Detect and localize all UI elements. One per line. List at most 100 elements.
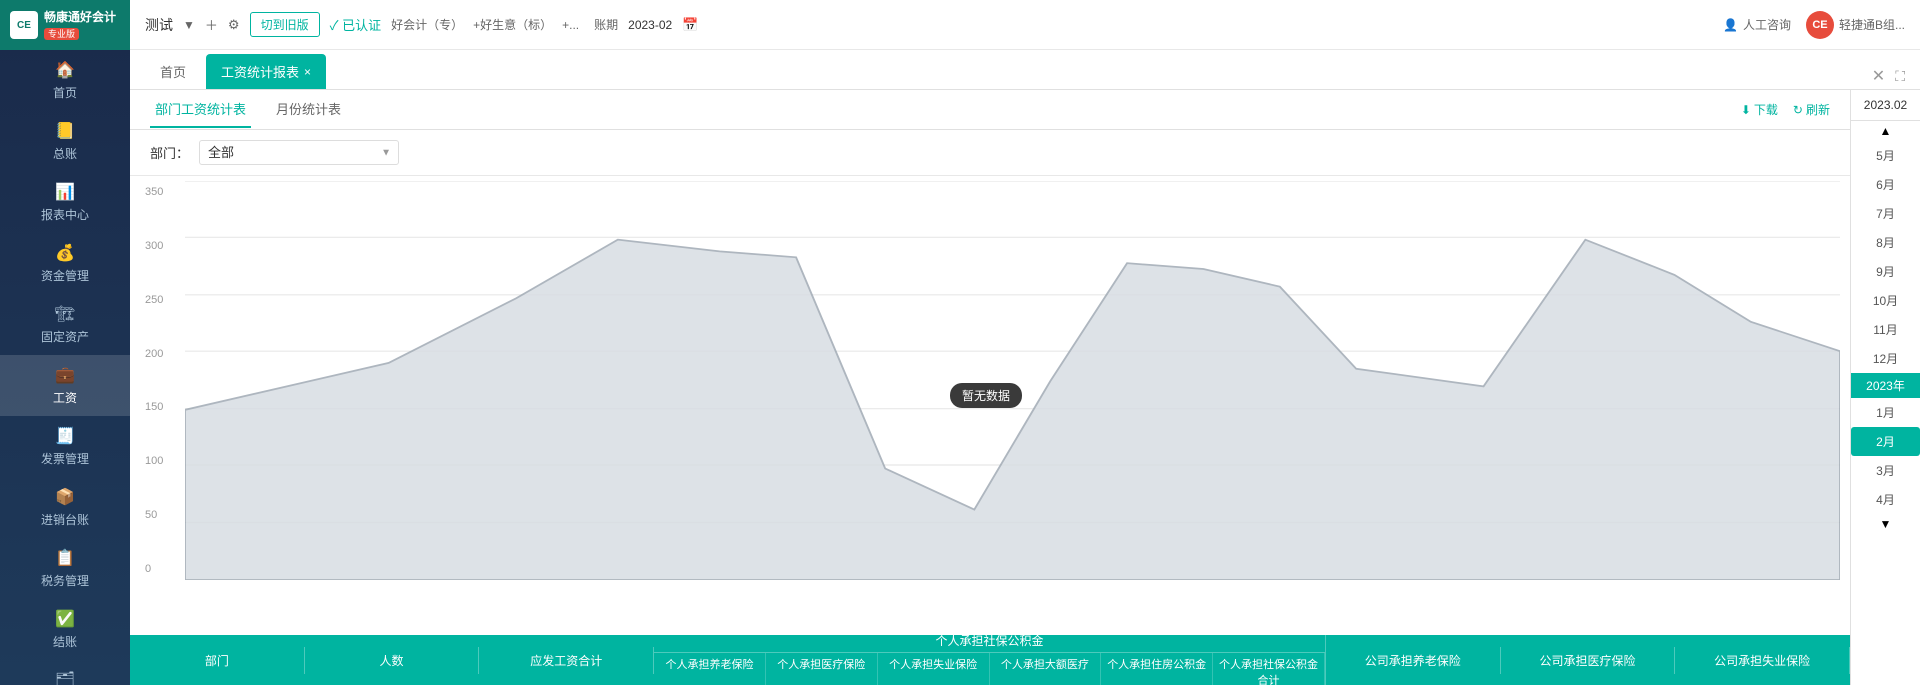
chart-tooltip: 暂无数据 — [950, 383, 1022, 408]
major-medical-label: 个人承担大额医疗 — [1001, 659, 1089, 671]
y-axis-100: 100 — [145, 455, 180, 467]
topbar-add-icon[interactable]: ＋ — [205, 15, 218, 34]
date-month-8[interactable]: 8月 — [1851, 228, 1920, 257]
medical-label: 个人承担医疗保险 — [777, 659, 865, 671]
tabbar: 首页 工资统计报表 × ✕ ⛶ — [130, 50, 1920, 90]
user-label: 轻捷通B组... — [1839, 16, 1905, 33]
personal-group-cells: 个人承担养老保险 个人承担医疗保险 个人承担失业保险 个人承担大额医疗 个人承担 — [654, 653, 1325, 685]
dept-select-wrapper: 全部 财务部 销售部 行政部 ▼ — [199, 140, 399, 165]
logo-badge: 专业版 — [44, 28, 79, 40]
chevron-down-icon[interactable]: ▼ — [1880, 517, 1892, 531]
content-area: 部门工资统计表 月份统计表 ⬇ 下载 ↻ 刷新 — [130, 90, 1920, 685]
date-month-4[interactable]: 4月 — [1851, 485, 1920, 514]
dept-select[interactable]: 全部 财务部 销售部 行政部 — [199, 140, 399, 165]
company-unemployment-label: 公司承担失业保险 — [1714, 654, 1810, 668]
pension-label: 个人承担养老保险 — [666, 659, 754, 671]
calendar-icon[interactable]: 📅 — [682, 17, 698, 33]
avatar: CE — [1806, 11, 1834, 39]
col-major-medical: 个人承担大额医疗 — [990, 653, 1102, 685]
date-nav-down[interactable]: ▼ — [1851, 514, 1920, 534]
sidebar-item-archive[interactable]: 🗂 归档管理 — [0, 660, 130, 685]
date-month-7[interactable]: 7月 — [1851, 199, 1920, 228]
col-company-pension: 公司承担养老保险 — [1326, 647, 1501, 674]
date-month-5[interactable]: 5月 — [1851, 141, 1920, 170]
date-month-1[interactable]: 1月 — [1851, 398, 1920, 427]
date-month-12[interactable]: 12月 — [1851, 344, 1920, 373]
sidebar-item-invoice[interactable]: 🧾 发票管理 — [0, 416, 130, 477]
chart-area — [185, 240, 1840, 580]
logo-short-text: CE — [17, 20, 31, 31]
ledger-icon: 📒 — [55, 121, 75, 141]
y-axis-350: 350 — [145, 186, 180, 198]
refresh-btn[interactable]: ↻ 刷新 — [1793, 101, 1830, 118]
date-month-9[interactable]: 9月 — [1851, 257, 1920, 286]
col-dept: 部门 — [130, 647, 305, 674]
company-medical-label: 公司承担医疗保险 — [1539, 654, 1635, 668]
col-company-medical: 公司承担医疗保险 — [1501, 647, 1676, 674]
sidebar-label-ledger: 总账 — [53, 145, 77, 162]
sidebar-label-invoice: 发票管理 — [41, 450, 89, 467]
col-total-salary: 应发工资合计 — [479, 647, 654, 674]
status-biz: +好生意（标） — [473, 16, 552, 33]
date-month-6[interactable]: 6月 — [1851, 170, 1920, 199]
sidebar-item-settle[interactable]: ✅ 结账 — [0, 599, 130, 660]
y-axis-0: 0 — [145, 563, 180, 575]
download-icon: ⬇ — [1741, 103, 1751, 117]
sub-tab-monthly[interactable]: 月份统计表 — [271, 91, 346, 128]
topbar-title: 测试 — [145, 15, 173, 35]
sub-tab-dept[interactable]: 部门工资统计表 — [150, 91, 251, 128]
col-total-salary-label: 应发工资合计 — [530, 654, 602, 668]
panel-expand-icon[interactable]: ⛶ — [1895, 68, 1905, 85]
status-good: 好会计（专） — [391, 16, 463, 33]
sidebar-nav: 🏠 首页 📒 总账 📊 报表中心 💰 资金管理 🏗 固定资产 💼 工资 🧾 发票… — [0, 50, 130, 685]
sidebar-item-sales[interactable]: 📦 进销台账 — [0, 477, 130, 538]
logo-icon: CE — [10, 11, 38, 39]
tab-home[interactable]: 首页 — [145, 54, 201, 89]
topbar-gear-icon[interactable]: ⚙ — [228, 17, 240, 33]
dept-filter-label: 部门： — [150, 143, 189, 162]
download-btn[interactable]: ⬇ 下载 — [1741, 101, 1778, 118]
company-pension-label: 公司承担养老保险 — [1365, 654, 1461, 668]
topbar-dropdown[interactable]: ▼ — [183, 18, 195, 32]
period-value: 2023-02 — [628, 18, 672, 32]
sidebar-item-assets[interactable]: 🏗 固定资产 — [0, 294, 130, 355]
personal-total-label: 个人承担社保公积金合计 — [1219, 659, 1318, 685]
sidebar-label-tax: 税务管理 — [41, 572, 89, 589]
help-area[interactable]: 👤 人工咨询 — [1723, 16, 1791, 33]
col-dept-label: 部门 — [205, 654, 229, 668]
chevron-up-icon[interactable]: ▲ — [1880, 124, 1892, 138]
download-label: 下载 — [1754, 101, 1778, 118]
y-axis-150: 150 — [145, 401, 180, 413]
date-month-10[interactable]: 10月 — [1851, 286, 1920, 315]
sidebar-label-funds: 资金管理 — [41, 267, 89, 284]
sidebar-item-home[interactable]: 🏠 首页 — [0, 50, 130, 111]
tab-close-icon[interactable]: × — [304, 65, 311, 79]
month-6-label: 6月 — [1876, 178, 1895, 192]
date-month-3[interactable]: 3月 — [1851, 456, 1920, 485]
user-area[interactable]: CE 轻捷通B组... — [1806, 11, 1905, 39]
date-month-2-active[interactable]: 2月 — [1851, 427, 1920, 456]
date-year-2023[interactable]: 2023年 — [1851, 373, 1920, 398]
help-icon: 👤 — [1723, 18, 1738, 32]
date-nav-up[interactable]: ▲ — [1851, 121, 1920, 141]
sidebar-label-sales: 进销台账 — [41, 511, 89, 528]
date-month-11[interactable]: 11月 — [1851, 315, 1920, 344]
col-personal-total: 个人承担社保公积金合计 — [1213, 653, 1325, 685]
tab-salary-report[interactable]: 工资统计报表 × — [206, 54, 326, 89]
sidebar-item-reports[interactable]: 📊 报表中心 — [0, 172, 130, 233]
panel-close-icon[interactable]: ✕ — [1872, 66, 1885, 86]
sidebar-item-funds[interactable]: 💰 资金管理 — [0, 233, 130, 294]
archive-icon: 🗂 — [55, 670, 75, 685]
topbar-right: 👤 人工咨询 CE 轻捷通B组... — [1723, 11, 1905, 39]
col-unemployment: 个人承担失业保险 — [878, 653, 990, 685]
col-personal-group: 个人承担社保公积金 个人承担养老保险 个人承担医疗保险 个人承担失业保险 个人承… — [654, 635, 1326, 685]
tax-icon: 📋 — [55, 548, 75, 568]
month-2-label: 2月 — [1876, 435, 1895, 449]
sidebar-item-salary[interactable]: 💼 工资 — [0, 355, 130, 416]
topbar: 测试 ▼ ＋ ⚙ 切到旧版 ✓ 已认证 好会计（专） +好生意（标） +... … — [130, 0, 1920, 50]
sidebar-item-tax[interactable]: 📋 税务管理 — [0, 538, 130, 599]
y-axis-250: 250 — [145, 294, 180, 306]
switch-old-btn[interactable]: 切到旧版 — [250, 12, 320, 37]
col-pension: 个人承担养老保险 — [654, 653, 766, 685]
sidebar-item-ledger[interactable]: 📒 总账 — [0, 111, 130, 172]
